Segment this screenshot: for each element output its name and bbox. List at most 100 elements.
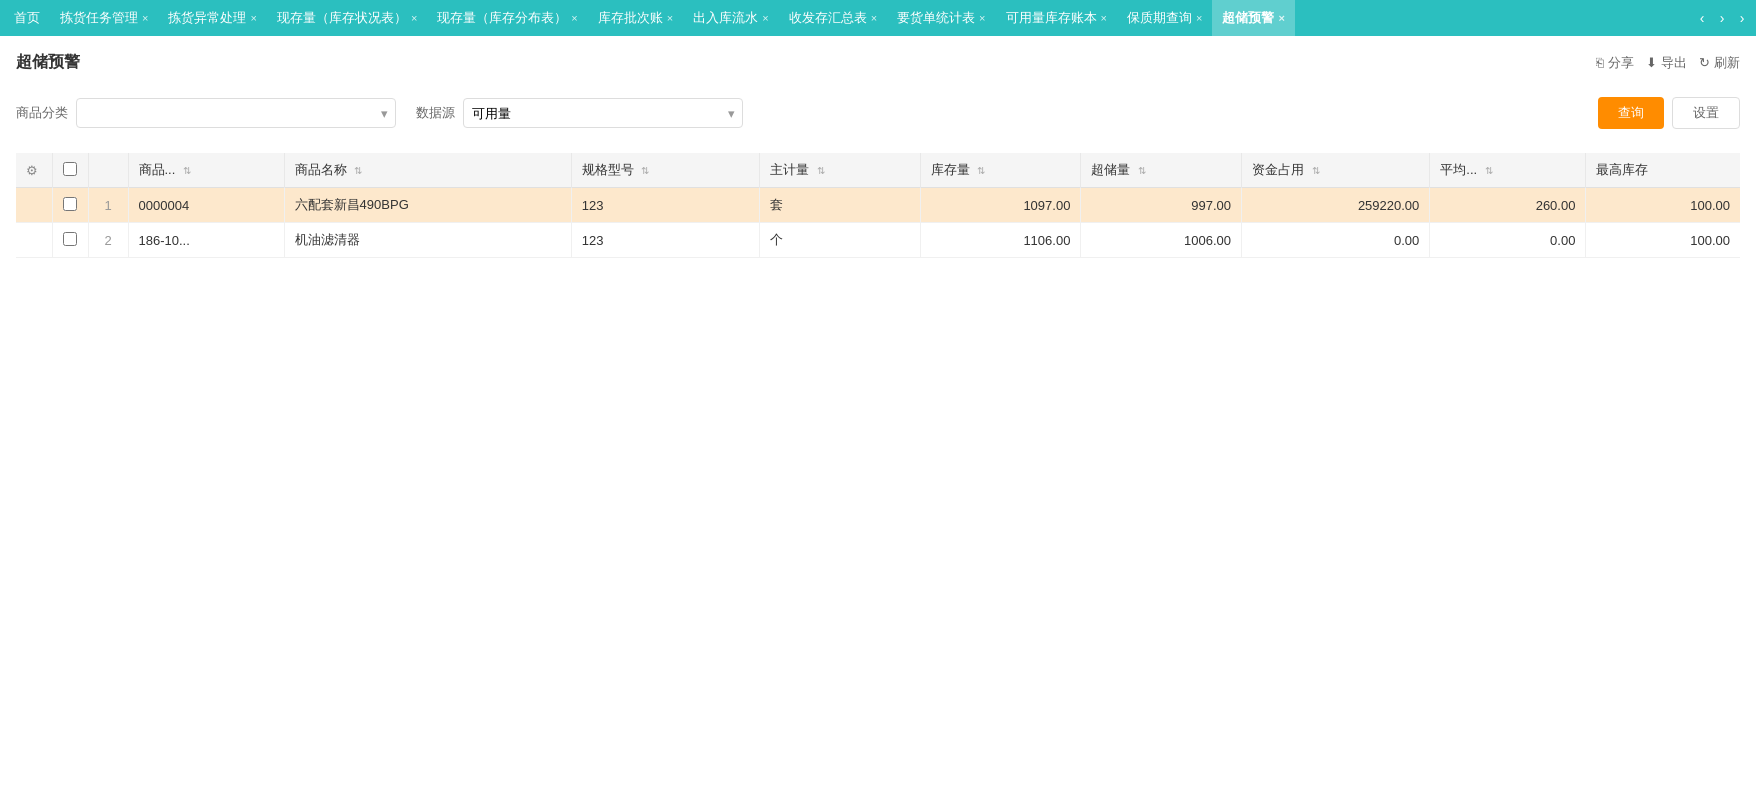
row-product-code: 186-10...	[128, 223, 284, 258]
export-button[interactable]: ⬇ 导出	[1646, 54, 1687, 72]
refresh-icon: ↻	[1699, 55, 1710, 70]
row-gear[interactable]	[16, 223, 52, 258]
category-select[interactable]	[76, 98, 396, 128]
nav-item-inout[interactable]: 出入库流水 ×	[683, 0, 778, 36]
nav-item-exception[interactable]: 拣货异常处理 ×	[158, 0, 266, 36]
sort-icon: ⇅	[354, 165, 362, 176]
gear-icon: ⚙	[26, 163, 38, 178]
close-icon[interactable]: ×	[979, 12, 985, 24]
row-spec: 123	[571, 188, 759, 223]
row-spec: 123	[571, 223, 759, 258]
close-icon[interactable]: ×	[762, 12, 768, 24]
category-select-wrapper	[76, 98, 396, 128]
table-row: 1 0000004 六配套新昌490BPG 123 套 1097.00 997.…	[16, 188, 1740, 223]
col-header-index	[88, 153, 128, 188]
header-actions: ⎗ 分享 ⬇ 导出 ↻ 刷新	[1596, 54, 1740, 72]
col-header-gear[interactable]: ⚙	[16, 153, 52, 188]
row-checkbox[interactable]	[63, 197, 77, 211]
nav-item-batch[interactable]: 库存批次账 ×	[588, 0, 683, 36]
datasource-select-wrapper: 可用量 库存量	[463, 98, 743, 128]
nav-item-task-mgmt[interactable]: 拣货任务管理 ×	[50, 0, 158, 36]
datasource-select[interactable]: 可用量 库存量	[463, 98, 743, 128]
close-icon[interactable]: ×	[250, 12, 256, 24]
row-checkbox-cell[interactable]	[52, 223, 88, 258]
close-icon[interactable]: ×	[667, 12, 673, 24]
col-header-capital[interactable]: 资金占用 ⇅	[1242, 153, 1430, 188]
nav-next-button[interactable]: ›	[1712, 0, 1732, 36]
nav-more-button[interactable]: ›	[1732, 0, 1752, 36]
sort-icon: ⇅	[977, 165, 985, 176]
row-gear[interactable]	[16, 188, 52, 223]
nav-item-stock-dist[interactable]: 现存量（库存分布表） ×	[427, 0, 587, 36]
sort-icon: ⇅	[1138, 165, 1146, 176]
row-max-stock: 100.00	[1586, 188, 1740, 223]
refresh-button[interactable]: ↻ 刷新	[1699, 54, 1740, 72]
row-product-name: 机油滤清器	[284, 223, 571, 258]
col-header-avg[interactable]: 平均... ⇅	[1430, 153, 1586, 188]
row-unit: 个	[760, 223, 921, 258]
page-title: 超储预警	[16, 52, 80, 73]
sort-icon: ⇅	[183, 165, 191, 176]
row-capital: 0.00	[1242, 223, 1430, 258]
row-stock: 1106.00	[920, 223, 1081, 258]
nav-item-summary[interactable]: 收发存汇总表 ×	[779, 0, 887, 36]
close-icon[interactable]: ×	[411, 12, 417, 24]
row-unit: 套	[760, 188, 921, 223]
row-avg: 260.00	[1430, 188, 1586, 223]
sort-icon: ⇅	[1485, 165, 1493, 176]
close-icon[interactable]: ×	[142, 12, 148, 24]
share-icon: ⎗	[1596, 55, 1604, 70]
table-row: 2 186-10... 机油滤清器 123 个 1106.00 1006.00 …	[16, 223, 1740, 258]
nav-item-quality[interactable]: 保质期查询 ×	[1117, 0, 1212, 36]
datasource-filter: 数据源 可用量 库存量	[416, 98, 743, 128]
row-product-name: 六配套新昌490BPG	[284, 188, 571, 223]
col-header-product-code[interactable]: 商品... ⇅	[128, 153, 284, 188]
top-navigation: 首页 拣货任务管理 × 拣货异常处理 × 现存量（库存状况表） × 现存量（库存…	[0, 0, 1756, 36]
col-header-product-name[interactable]: 商品名称 ⇅	[284, 153, 571, 188]
filter-row: 商品分类 数据源 可用量 库存量 查询 设置	[16, 89, 1740, 137]
row-overstock: 997.00	[1081, 188, 1242, 223]
row-index: 2	[88, 223, 128, 258]
close-icon[interactable]: ×	[1101, 12, 1107, 24]
nav-item-overstock[interactable]: 超储预警 ×	[1212, 0, 1294, 36]
row-product-code: 0000004	[128, 188, 284, 223]
row-checkbox[interactable]	[63, 232, 77, 246]
row-index: 1	[88, 188, 128, 223]
share-button[interactable]: ⎗ 分享	[1596, 54, 1634, 72]
row-checkbox-cell[interactable]	[52, 188, 88, 223]
sort-icon: ⇅	[817, 165, 825, 176]
row-avg: 0.00	[1430, 223, 1586, 258]
select-all-checkbox[interactable]	[63, 162, 77, 176]
col-header-checkbox[interactable]	[52, 153, 88, 188]
nav-item-stock-status[interactable]: 现存量（库存状况表） ×	[267, 0, 427, 36]
sort-icon: ⇅	[641, 165, 649, 176]
table-header-row: ⚙ 商品... ⇅ 商品名称 ⇅ 规格型号 ⇅	[16, 153, 1740, 188]
row-overstock: 1006.00	[1081, 223, 1242, 258]
row-stock: 1097.00	[920, 188, 1081, 223]
category-label: 商品分类	[16, 104, 68, 122]
query-button[interactable]: 查询	[1598, 97, 1664, 129]
close-icon[interactable]: ×	[871, 12, 877, 24]
col-header-max-stock[interactable]: 最高库存	[1586, 153, 1740, 188]
page-header: 超储预警 ⎗ 分享 ⬇ 导出 ↻ 刷新	[16, 52, 1740, 73]
category-filter: 商品分类	[16, 98, 396, 128]
close-icon[interactable]: ×	[571, 12, 577, 24]
nav-item-available[interactable]: 可用量库存账本 ×	[996, 0, 1117, 36]
close-icon[interactable]: ×	[1196, 12, 1202, 24]
datasource-label: 数据源	[416, 104, 455, 122]
nav-item-order-stats[interactable]: 要货单统计表 ×	[887, 0, 995, 36]
col-header-overstock[interactable]: 超储量 ⇅	[1081, 153, 1242, 188]
close-icon[interactable]: ×	[1278, 12, 1284, 24]
col-header-unit[interactable]: 主计量 ⇅	[760, 153, 921, 188]
nav-prev-button[interactable]: ‹	[1692, 0, 1712, 36]
sort-icon: ⇅	[1312, 165, 1320, 176]
export-icon: ⬇	[1646, 55, 1657, 70]
filter-actions: 查询 设置	[1598, 97, 1740, 129]
page-container: 超储预警 ⎗ 分享 ⬇ 导出 ↻ 刷新 商品分类	[0, 36, 1756, 800]
settings-button[interactable]: 设置	[1672, 97, 1740, 129]
col-header-spec[interactable]: 规格型号 ⇅	[571, 153, 759, 188]
col-header-stock[interactable]: 库存量 ⇅	[920, 153, 1081, 188]
data-table: ⚙ 商品... ⇅ 商品名称 ⇅ 规格型号 ⇅	[16, 153, 1740, 258]
nav-item-home[interactable]: 首页	[4, 0, 50, 36]
row-max-stock: 100.00	[1586, 223, 1740, 258]
